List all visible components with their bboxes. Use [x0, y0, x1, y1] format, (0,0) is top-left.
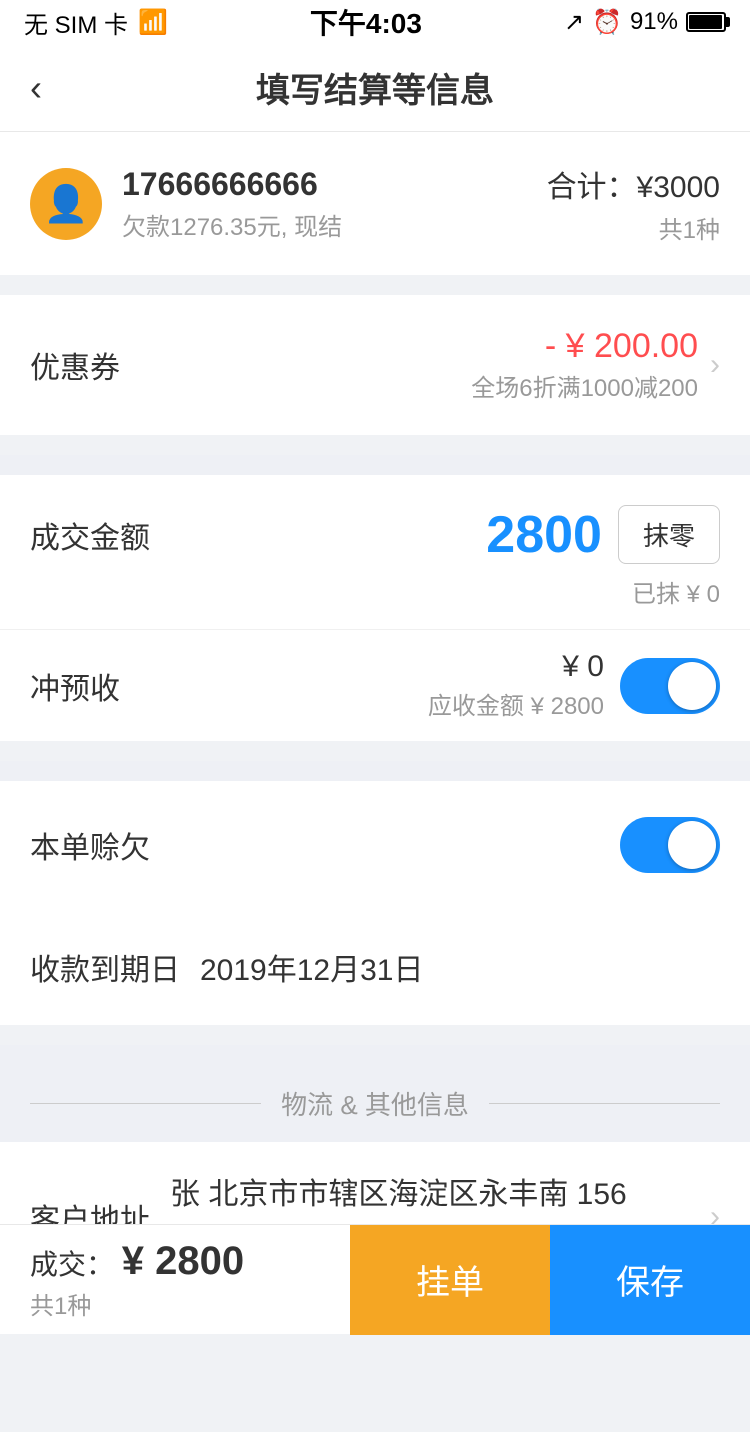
toggle-knob: [668, 662, 716, 710]
due-date-row: 收款到期日 2019年12月31日: [0, 909, 750, 1025]
customer-row: 👤 17666666666 欠款1276.35元, 现结 合计：¥3000 共1…: [0, 132, 750, 275]
footer-deal-amount: ¥ 2800: [122, 1239, 244, 1283]
wifi-icon: 📶: [138, 8, 168, 37]
alarm-icon: ⏰: [592, 8, 622, 37]
status-bar: 无 SIM 卡 📶 下午4:03 ↗ ⏰ 91%: [0, 0, 750, 44]
location-icon: ↗: [564, 8, 584, 37]
section-divider-2: [0, 761, 750, 781]
deal-amount-right: 2800 抹零: [486, 505, 720, 564]
footer-deal-label: 成交：: [30, 1249, 114, 1280]
customer-phone: 17666666666: [122, 166, 342, 203]
deal-amount-card: 成交金额 2800 抹零 已抹 ¥ 0 冲预收 ¥ 0 应收金额 ¥ 2800: [0, 475, 750, 741]
customer-right: 合计：¥3000 共1种: [547, 162, 720, 245]
coupon-card: 优惠券 - ¥ 200.00 全场6折满1000减200 ›: [0, 295, 750, 435]
status-time: 下午4:03: [310, 2, 422, 42]
deal-amount-sub: 已抹 ¥ 0: [0, 574, 750, 629]
logistics-label: 物流 & 其他信息: [281, 1085, 469, 1122]
total-amount: 合计：¥3000: [547, 162, 720, 206]
battery-percent: 91%: [630, 8, 678, 36]
divider-line-right: [489, 1103, 720, 1104]
debt-label: 本单赊欠: [30, 823, 150, 867]
divider-line-left: [30, 1103, 261, 1104]
battery-icon: [686, 12, 726, 32]
pre-receive-values: ¥ 0 应收金额 ¥ 2800: [428, 650, 604, 721]
save-button[interactable]: 保存: [550, 1225, 750, 1335]
pre-receive-toggle[interactable]: [620, 658, 720, 714]
customer-card: 👤 17666666666 欠款1276.35元, 现结 合计：¥3000 共1…: [0, 132, 750, 275]
coupon-row[interactable]: 优惠券 - ¥ 200.00 全场6折满1000减200 ›: [0, 295, 750, 435]
coupon-chevron: ›: [710, 348, 720, 382]
debt-toggle[interactable]: [620, 817, 720, 873]
deal-amount-row: 成交金额 2800 抹零: [0, 475, 750, 574]
section-divider-1: [0, 455, 750, 475]
debt-toggle-knob: [668, 821, 716, 869]
carrier-text: 无 SIM 卡: [24, 5, 128, 40]
footer-deal-row: 成交： ¥ 2800: [30, 1239, 320, 1284]
footer: 成交： ¥ 2800 共1种 挂单 保存: [0, 1224, 750, 1334]
pre-receive-row: 冲预收 ¥ 0 应收金额 ¥ 2800: [0, 629, 750, 741]
customer-left: 👤 17666666666 欠款1276.35元, 现结: [30, 166, 342, 242]
pre-receive-label: 冲预收: [30, 664, 120, 708]
footer-left: 成交： ¥ 2800 共1种: [0, 1239, 350, 1321]
debt-row: 本单赊欠: [0, 781, 750, 909]
avatar-icon: 👤: [44, 183, 89, 225]
customer-info: 17666666666 欠款1276.35元, 现结: [122, 166, 342, 242]
pre-receive-sub: 应收金额 ¥ 2800: [428, 686, 604, 721]
avatar: 👤: [30, 168, 102, 240]
back-button[interactable]: ‹: [30, 67, 90, 109]
deal-amount-value: 2800: [486, 509, 602, 561]
hold-order-button[interactable]: 挂单: [350, 1225, 550, 1335]
customer-sub-text: 欠款1276.35元, 现结: [122, 207, 342, 242]
logistics-section-header: 物流 & 其他信息: [0, 1065, 750, 1142]
total-count: 共1种: [547, 210, 720, 245]
pre-receive-amount: ¥ 0: [428, 650, 604, 684]
footer-deal-count: 共1种: [30, 1286, 320, 1321]
pre-receive-right: ¥ 0 应收金额 ¥ 2800: [428, 650, 720, 721]
status-right: ↗ ⏰ 91%: [564, 8, 726, 37]
coupon-amount: - ¥ 200.00: [471, 327, 698, 366]
nav-bar: ‹ 填写结算等信息: [0, 44, 750, 132]
coupon-label: 优惠券: [30, 343, 120, 387]
coupon-desc: 全场6折满1000减200: [471, 368, 698, 403]
section-divider-3: [0, 1045, 750, 1065]
round-button[interactable]: 抹零: [618, 505, 720, 564]
coupon-right: - ¥ 200.00 全场6折满1000减200 ›: [471, 327, 720, 403]
page-title: 填写结算等信息: [256, 63, 494, 112]
coupon-values: - ¥ 200.00 全场6折满1000减200: [471, 327, 698, 403]
debt-card: 本单赊欠 收款到期日 2019年12月31日: [0, 781, 750, 1025]
due-date-value: 2019年12月31日: [200, 945, 423, 989]
due-date-label: 收款到期日: [30, 945, 180, 989]
deal-amount-label: 成交金额: [30, 513, 150, 557]
status-left: 无 SIM 卡 📶: [24, 5, 168, 40]
